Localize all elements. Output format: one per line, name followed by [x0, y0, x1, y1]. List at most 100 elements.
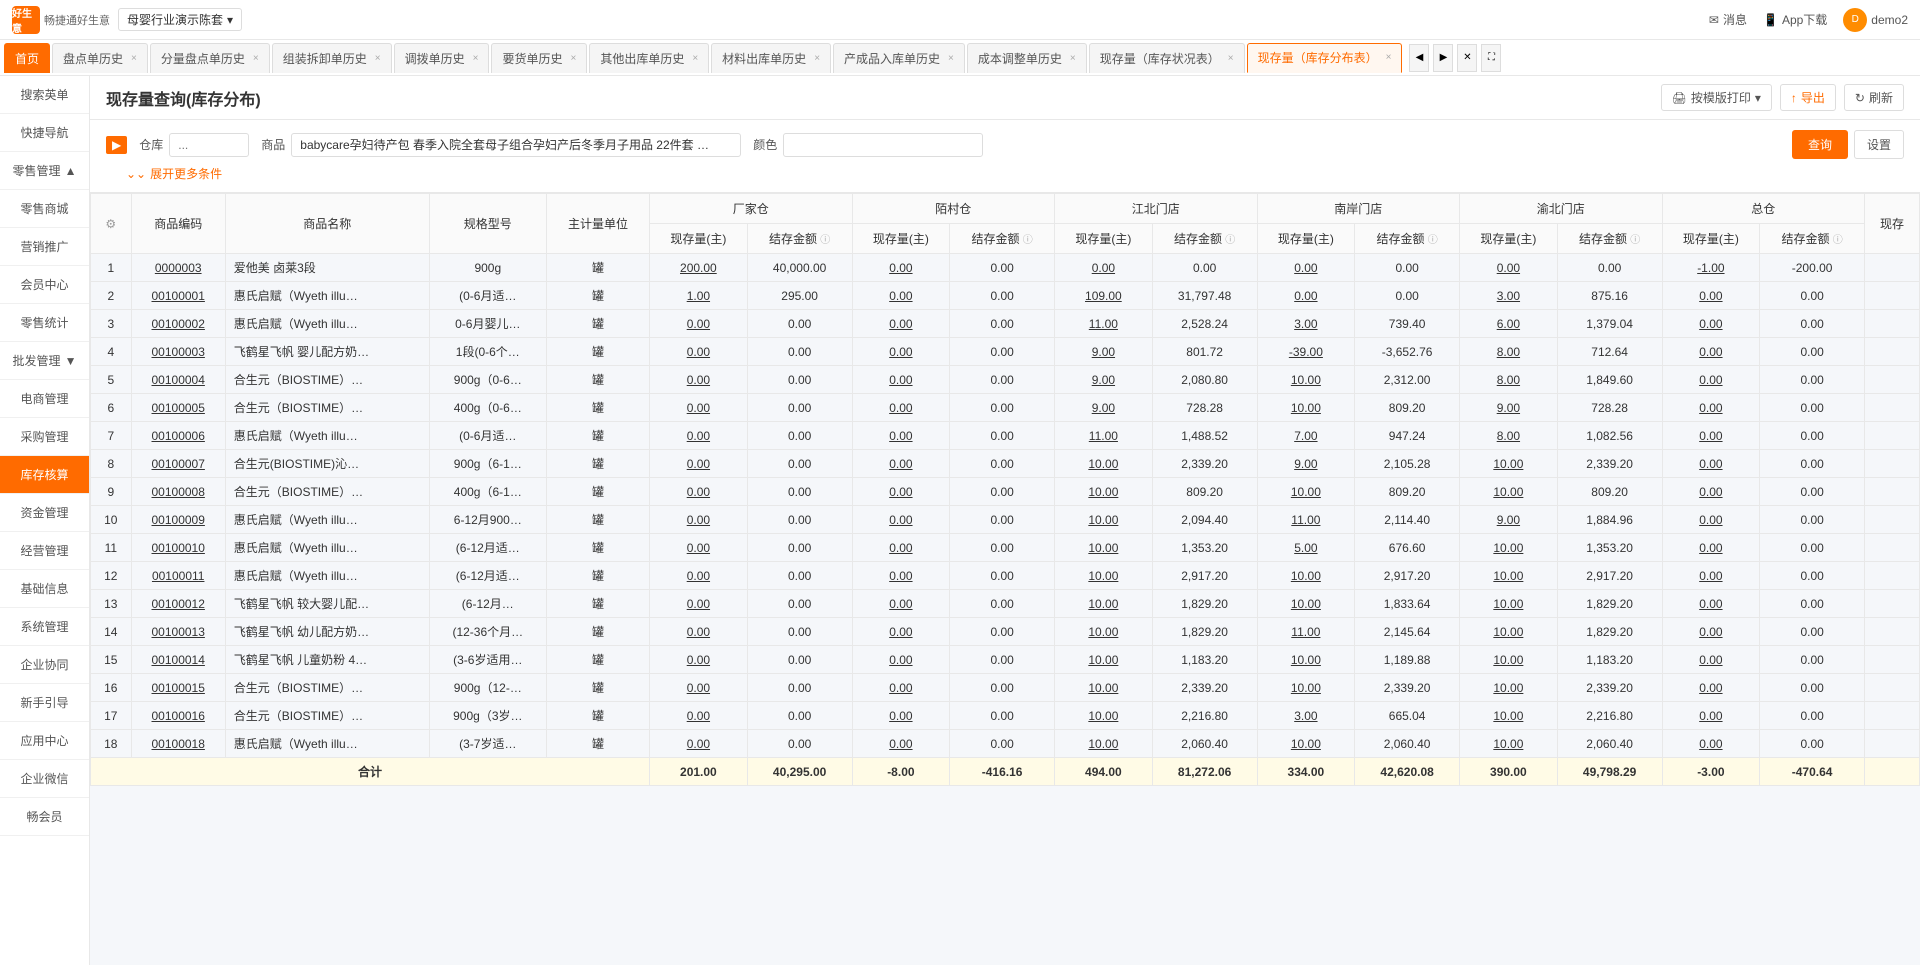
row-t-qty[interactable]: 0.00 [1662, 282, 1760, 310]
sidebar-item-ecommerce[interactable]: 电商管理 [0, 380, 89, 418]
row-code[interactable]: 00100012 [131, 590, 225, 618]
color-input[interactable] [783, 133, 983, 157]
tab-close-icon[interactable]: × [1070, 53, 1076, 64]
row-c2-qty[interactable]: 0.00 [852, 478, 950, 506]
row-code[interactable]: 00100014 [131, 646, 225, 674]
settings-icon[interactable]: ⚙ [105, 217, 116, 231]
row-t-qty[interactable]: 0.00 [1662, 450, 1760, 478]
tab-close-icon[interactable]: × [473, 53, 479, 64]
user-area[interactable]: D demo2 [1843, 8, 1908, 32]
row-t-qty[interactable]: 0.00 [1662, 534, 1760, 562]
row-c1-qty[interactable]: 0.00 [650, 674, 748, 702]
row-c3-qty[interactable]: 9.00 [1055, 394, 1153, 422]
row-c2-qty[interactable]: 0.00 [852, 254, 950, 282]
sidebar-item-system[interactable]: 系统管理 [0, 608, 89, 646]
row-c2-qty[interactable]: 0.00 [852, 534, 950, 562]
tab-home[interactable]: 首页 [4, 43, 50, 73]
query-button[interactable]: 查询 [1792, 130, 1848, 159]
row-c5-qty[interactable]: 6.00 [1460, 310, 1558, 338]
row-c4-qty[interactable]: 10.00 [1257, 478, 1355, 506]
row-code[interactable]: 00100007 [131, 450, 225, 478]
row-c5-qty[interactable]: 10.00 [1460, 478, 1558, 506]
expand-more-btn[interactable]: ⌄⌄ 展开更多条件 [126, 165, 1904, 182]
tab-prev-btn[interactable]: ◀ [1409, 44, 1429, 72]
row-c1-qty[interactable]: 0.00 [650, 478, 748, 506]
tab-close-icon[interactable]: × [1386, 52, 1392, 63]
row-t-qty[interactable]: 0.00 [1662, 730, 1760, 758]
row-c4-qty[interactable]: 9.00 [1257, 450, 1355, 478]
row-c4-qty[interactable]: 10.00 [1257, 366, 1355, 394]
tab-stock-status[interactable]: 现存量（库存状况表） × [1089, 43, 1245, 73]
sidebar-item-nav[interactable]: 快捷导航 [0, 114, 89, 152]
row-code[interactable]: 00100005 [131, 394, 225, 422]
row-c4-qty[interactable]: 10.00 [1257, 646, 1355, 674]
tab-close-icon[interactable]: × [131, 53, 137, 64]
row-c5-qty[interactable]: 8.00 [1460, 422, 1558, 450]
row-c1-qty[interactable]: 200.00 [650, 254, 748, 282]
row-c1-qty[interactable]: 0.00 [650, 702, 748, 730]
row-c4-qty[interactable]: 3.00 [1257, 702, 1355, 730]
row-c3-qty[interactable]: 10.00 [1055, 478, 1153, 506]
row-c3-qty[interactable]: 10.00 [1055, 702, 1153, 730]
row-t-qty[interactable]: 0.00 [1662, 618, 1760, 646]
row-t-qty[interactable]: 0.00 [1662, 338, 1760, 366]
refresh-button[interactable]: ↻ 刷新 [1844, 84, 1904, 111]
row-c5-qty[interactable]: 10.00 [1460, 562, 1558, 590]
row-code[interactable]: 00100013 [131, 618, 225, 646]
row-t-qty[interactable]: 0.00 [1662, 646, 1760, 674]
row-c4-qty[interactable]: 11.00 [1257, 506, 1355, 534]
row-c4-qty[interactable]: 11.00 [1257, 618, 1355, 646]
tab-expand-btn[interactable]: ⛶ [1481, 44, 1501, 72]
row-t-qty[interactable]: 0.00 [1662, 394, 1760, 422]
export-button[interactable]: ↑ 导出 [1780, 84, 1836, 111]
settings-button[interactable]: 设置 [1854, 130, 1904, 159]
row-c3-qty[interactable]: 109.00 [1055, 282, 1153, 310]
tab-close-icon[interactable]: × [948, 53, 954, 64]
row-c5-qty[interactable]: 3.00 [1460, 282, 1558, 310]
row-c2-qty[interactable]: 0.00 [852, 394, 950, 422]
sidebar-item-vip[interactable]: 畅会员 [0, 798, 89, 836]
row-c2-qty[interactable]: 0.00 [852, 590, 950, 618]
row-c1-qty[interactable]: 0.00 [650, 506, 748, 534]
row-c1-qty[interactable]: 0.00 [650, 422, 748, 450]
row-code[interactable]: 00100006 [131, 422, 225, 450]
sidebar-item-basic[interactable]: 基础信息 [0, 570, 89, 608]
row-c5-qty[interactable]: 10.00 [1460, 646, 1558, 674]
industry-select[interactable]: 母婴行业演示陈套 ▾ [118, 8, 242, 31]
tab-close-icon[interactable]: × [814, 53, 820, 64]
row-t-qty[interactable]: 0.00 [1662, 506, 1760, 534]
row-c5-qty[interactable]: 10.00 [1460, 534, 1558, 562]
sidebar-item-guide[interactable]: 新手引导 [0, 684, 89, 722]
row-c5-qty[interactable]: 9.00 [1460, 506, 1558, 534]
row-c3-qty[interactable]: 10.00 [1055, 534, 1153, 562]
row-c3-qty[interactable]: 10.00 [1055, 646, 1153, 674]
row-c1-qty[interactable]: 0.00 [650, 730, 748, 758]
row-c1-qty[interactable]: 0.00 [650, 366, 748, 394]
row-code[interactable]: 00100018 [131, 730, 225, 758]
row-c1-qty[interactable]: 0.00 [650, 590, 748, 618]
row-c3-qty[interactable]: 9.00 [1055, 338, 1153, 366]
row-code[interactable]: 00100003 [131, 338, 225, 366]
tab-assembly[interactable]: 组装拆卸单历史 × [272, 43, 392, 73]
row-c1-qty[interactable]: 0.00 [650, 646, 748, 674]
row-c5-qty[interactable]: 10.00 [1460, 674, 1558, 702]
row-c2-qty[interactable]: 0.00 [852, 618, 950, 646]
row-c4-qty[interactable]: 10.00 [1257, 730, 1355, 758]
row-c2-qty[interactable]: 0.00 [852, 310, 950, 338]
sidebar-item-retail[interactable]: 零售管理 ▲ [0, 152, 89, 190]
row-code[interactable]: 00100010 [131, 534, 225, 562]
row-c1-qty[interactable]: 0.00 [650, 618, 748, 646]
row-code[interactable]: 00100004 [131, 366, 225, 394]
row-c4-qty[interactable]: -39.00 [1257, 338, 1355, 366]
print-button[interactable]: 🖨 按模版打印 ▾ [1661, 84, 1772, 111]
tab-material-out[interactable]: 材料出库单历史 × [711, 43, 831, 73]
row-code[interactable]: 00100011 [131, 562, 225, 590]
tab-close-icon[interactable]: × [692, 53, 698, 64]
row-c5-qty[interactable]: 8.00 [1460, 366, 1558, 394]
row-t-qty[interactable]: -1.00 [1662, 254, 1760, 282]
warehouse-input[interactable] [169, 133, 249, 157]
table-wrapper[interactable]: ⚙ 商品编码 商品名称 规格型号 主计量单位 厂家仓 陌村仓 江北门店 南岸门店… [90, 193, 1920, 786]
tab-stock-dist[interactable]: 现存量（库存分布表） × [1247, 43, 1403, 73]
row-c3-qty[interactable]: 10.00 [1055, 618, 1153, 646]
row-c2-qty[interactable]: 0.00 [852, 506, 950, 534]
